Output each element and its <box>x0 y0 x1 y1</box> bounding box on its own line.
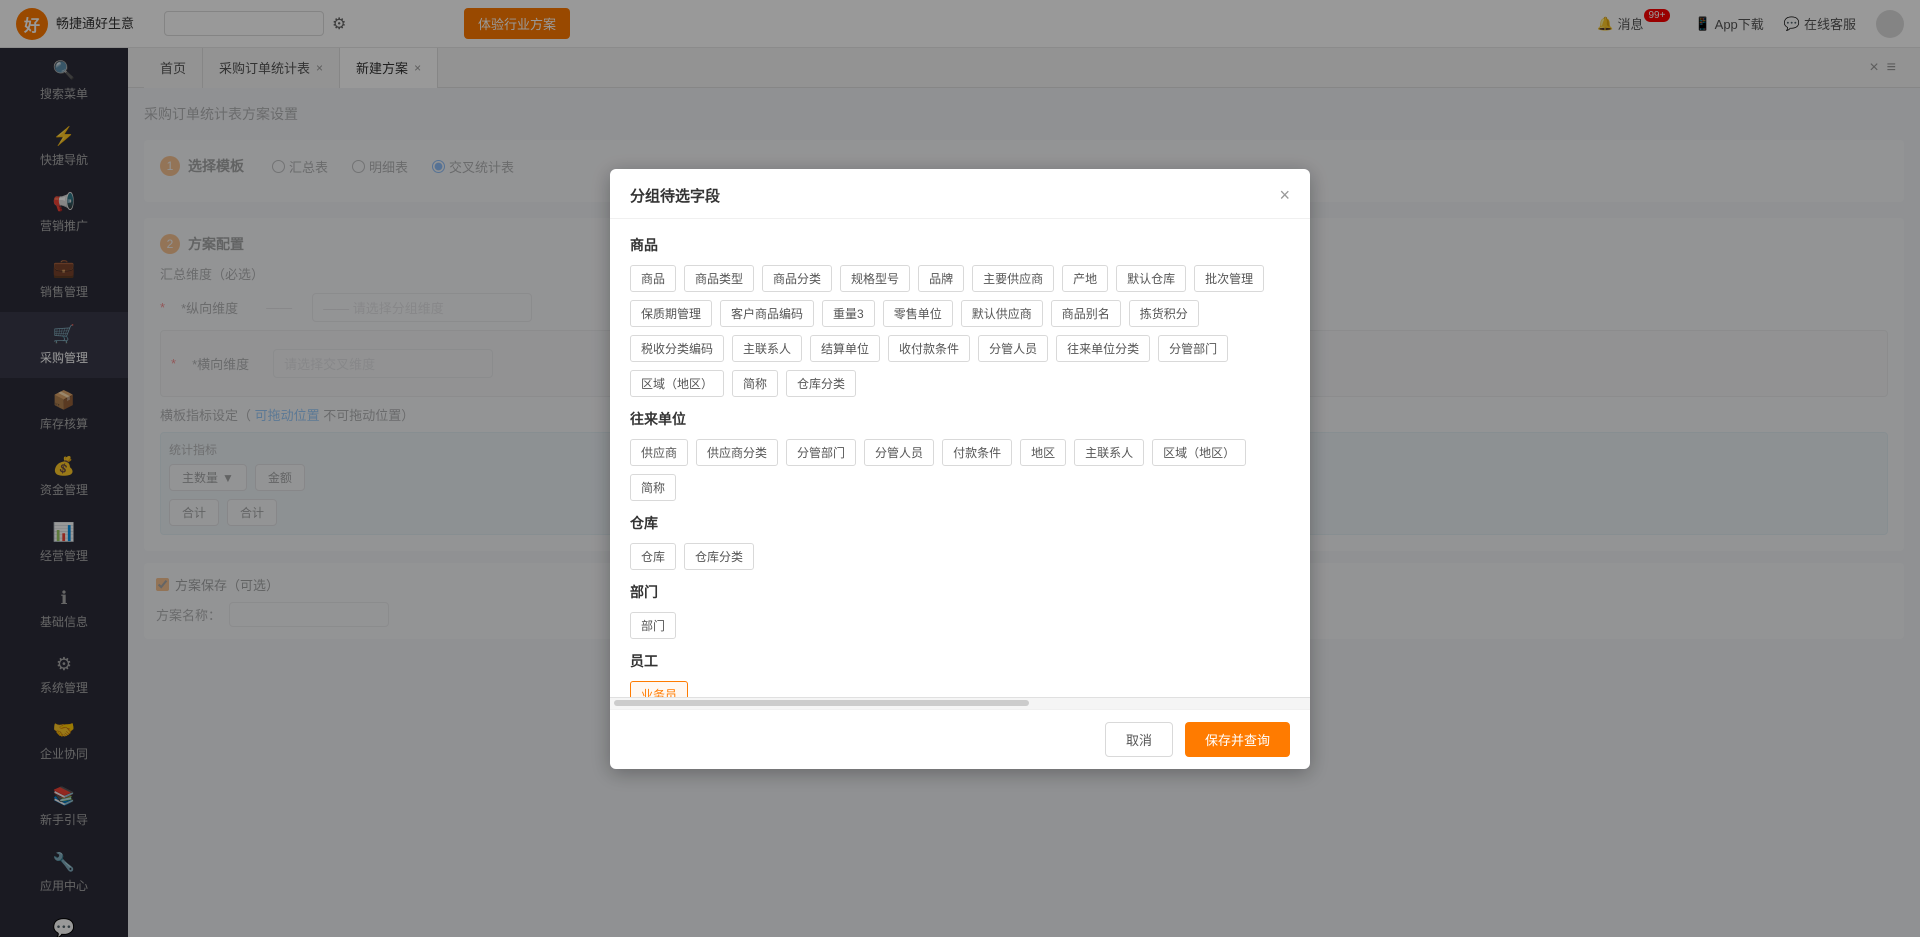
field-tag[interactable]: 主要供应商 <box>972 265 1054 292</box>
field-tag[interactable]: 区域（地区） <box>1152 439 1246 466</box>
field-tag[interactable]: 零售单位 <box>883 300 953 327</box>
field-tag[interactable]: 往来单位分类 <box>1056 335 1150 362</box>
field-tag[interactable]: 分管部门 <box>1158 335 1228 362</box>
field-tag[interactable]: 仓库分类 <box>786 370 856 397</box>
field-tag[interactable]: 分管人员 <box>864 439 934 466</box>
field-tags-warehouse: 仓库 仓库分类 <box>630 543 1290 570</box>
save-query-button[interactable]: 保存并查询 <box>1185 722 1290 757</box>
modal-hscrollbar[interactable] <box>610 697 1310 709</box>
field-tag[interactable]: 商品类型 <box>684 265 754 292</box>
field-tag[interactable]: 拣货积分 <box>1129 300 1199 327</box>
field-tag[interactable]: 部门 <box>630 612 676 639</box>
field-tag[interactable]: 重量3 <box>822 300 875 327</box>
field-tag[interactable]: 税收分类编码 <box>630 335 724 362</box>
field-tag[interactable]: 结算单位 <box>810 335 880 362</box>
section-title-warehouse: 仓库 <box>630 513 1290 533</box>
field-tag[interactable]: 品牌 <box>918 265 964 292</box>
section-title-partner: 往来单位 <box>630 409 1290 429</box>
field-tags-partner: 供应商 供应商分类 分管部门 分管人员 付款条件 地区 主联系人 区域（地区） … <box>630 439 1290 501</box>
field-tag[interactable]: 仓库 <box>630 543 676 570</box>
modal-field-select: 分组待选字段 × 商品 商品 商品类型 商品分类 规格型号 品牌 主要供应商 产… <box>610 169 1310 769</box>
field-tag[interactable]: 保质期管理 <box>630 300 712 327</box>
modal-footer: 取消 保存并查询 <box>610 709 1310 769</box>
field-tag[interactable]: 供应商分类 <box>696 439 778 466</box>
field-tag[interactable]: 仓库分类 <box>684 543 754 570</box>
field-tag[interactable]: 简称 <box>732 370 778 397</box>
field-tag[interactable]: 简称 <box>630 474 676 501</box>
field-tag[interactable]: 产地 <box>1062 265 1108 292</box>
field-tags-dept: 部门 <box>630 612 1290 639</box>
field-tag[interactable]: 商品别名 <box>1051 300 1121 327</box>
field-tag[interactable]: 收付款条件 <box>888 335 970 362</box>
field-tags-staff: 业务员 <box>630 681 1290 697</box>
field-tag[interactable]: 区域（地区） <box>630 370 724 397</box>
field-tags-goods: 商品 商品类型 商品分类 规格型号 品牌 主要供应商 产地 默认仓库 批次管理 … <box>630 265 1290 397</box>
field-tag[interactable]: 分管部门 <box>786 439 856 466</box>
field-tag[interactable]: 供应商 <box>630 439 688 466</box>
modal-header: 分组待选字段 × <box>610 169 1310 219</box>
section-title-staff: 员工 <box>630 651 1290 671</box>
field-tag[interactable]: 付款条件 <box>942 439 1012 466</box>
section-title-goods: 商品 <box>630 235 1290 255</box>
field-tag[interactable]: 商品 <box>630 265 676 292</box>
field-tag[interactable]: 批次管理 <box>1194 265 1264 292</box>
cancel-button[interactable]: 取消 <box>1105 722 1173 757</box>
field-tag[interactable]: 客户商品编码 <box>720 300 814 327</box>
field-tag[interactable]: 商品分类 <box>762 265 832 292</box>
modal-title: 分组待选字段 <box>630 185 720 206</box>
field-tag[interactable]: 默认仓库 <box>1116 265 1186 292</box>
field-tag[interactable]: 规格型号 <box>840 265 910 292</box>
field-tag[interactable]: 地区 <box>1020 439 1066 466</box>
field-tag[interactable]: 分管人员 <box>978 335 1048 362</box>
field-tag[interactable]: 默认供应商 <box>961 300 1043 327</box>
modal-close-btn[interactable]: × <box>1279 185 1290 206</box>
section-title-dept: 部门 <box>630 582 1290 602</box>
field-tag[interactable]: 主联系人 <box>732 335 802 362</box>
modal-overlay: 分组待选字段 × 商品 商品 商品类型 商品分类 规格型号 品牌 主要供应商 产… <box>0 0 1920 937</box>
modal-hscroll-thumb <box>614 700 1029 706</box>
field-tag-selected[interactable]: 业务员 <box>630 681 688 697</box>
field-tag[interactable]: 主联系人 <box>1074 439 1144 466</box>
modal-body[interactable]: 商品 商品 商品类型 商品分类 规格型号 品牌 主要供应商 产地 默认仓库 批次… <box>610 219 1310 697</box>
